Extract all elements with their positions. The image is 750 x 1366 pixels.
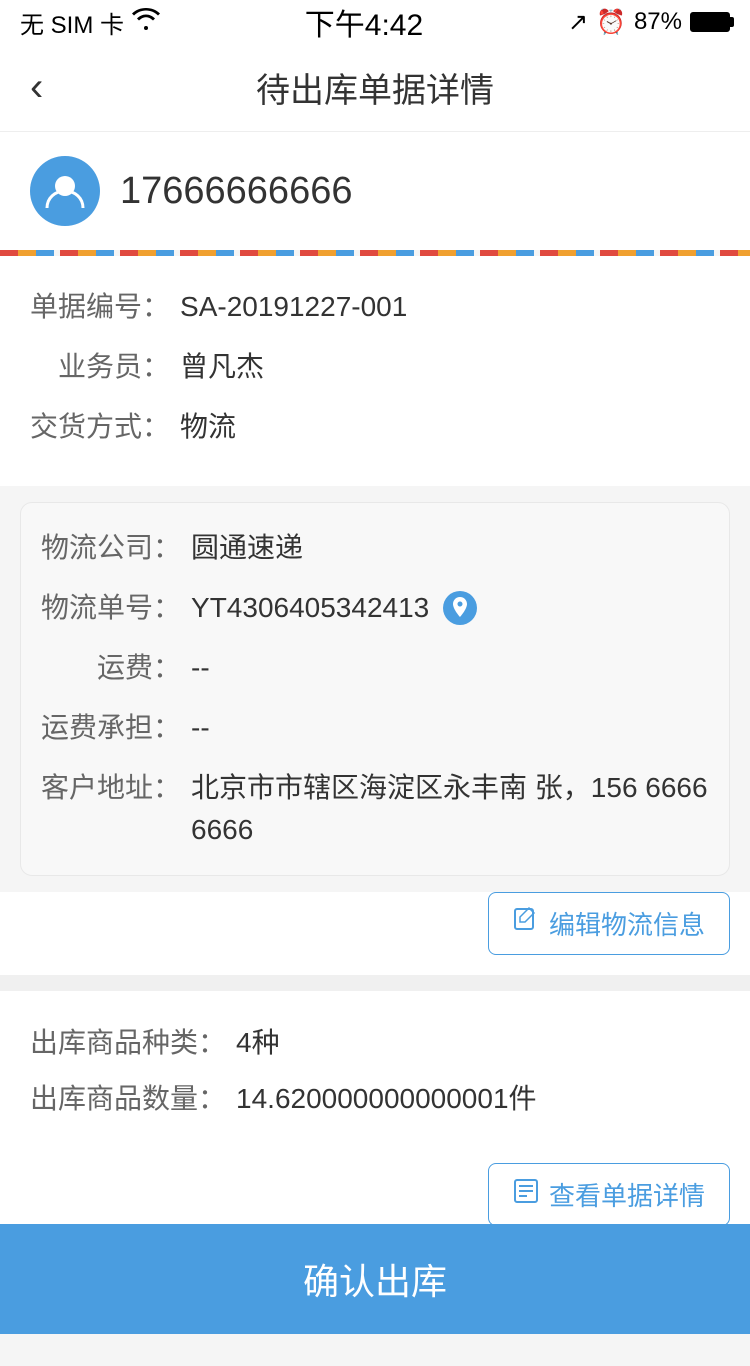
order-number-row: 单据编号： SA-20191227-001 xyxy=(30,286,720,328)
freight-value: -- xyxy=(191,647,709,689)
status-left: 无 SIM 卡 xyxy=(20,5,160,40)
edit-btn-row: 编辑物流信息 xyxy=(0,892,750,975)
sales-person-label: 业务员： xyxy=(30,346,170,388)
goods-section: 出库商品种类： 4种 出库商品数量： 14.620000000000001件 xyxy=(0,991,750,1153)
address-label: 客户地址： xyxy=(41,767,181,809)
status-time: 下午4:42 xyxy=(305,0,423,44)
tracking-label: 物流单号： xyxy=(41,587,181,629)
wifi-icon xyxy=(132,8,160,37)
logistics-company-row: 物流公司： 圆通速递 xyxy=(41,527,709,569)
freight-bearer-row: 运费承担： -- xyxy=(41,707,709,749)
content-area: 17666666666 单据编号： SA-20191227-001 业务员： 曾… xyxy=(0,132,750,1366)
status-bar: 无 SIM 卡 下午4:42 ↗ ⏰ 87% xyxy=(0,0,750,44)
freight-row: 运费： -- xyxy=(41,647,709,689)
view-detail-label: 查看单据详情 xyxy=(549,1176,705,1213)
nav-bar: ‹ 待出库单据详情 xyxy=(0,44,750,132)
edit-icon xyxy=(513,907,539,940)
user-section: 17666666666 xyxy=(0,132,750,250)
sales-person-value: 曾凡杰 xyxy=(180,346,720,388)
avatar xyxy=(30,156,100,226)
list-icon xyxy=(513,1178,539,1211)
goods-types-row: 出库商品种类： 4种 xyxy=(30,1021,720,1061)
edit-logistics-button[interactable]: 编辑物流信息 xyxy=(488,892,730,955)
page-title: 待出库单据详情 xyxy=(256,63,494,112)
freight-label: 运费： xyxy=(41,647,181,689)
order-number-label: 单据编号： xyxy=(30,286,170,328)
address-value: 北京市市辖区海淀区永丰南 张，156 6666 6666 xyxy=(191,767,709,851)
tracking-location-icon[interactable] xyxy=(443,591,477,625)
goods-quantity-value: 14.620000000000001件 xyxy=(236,1077,537,1117)
back-button[interactable]: ‹ xyxy=(30,65,43,110)
battery-label: 87% xyxy=(634,8,682,36)
sales-person-row: 业务员： 曾凡杰 xyxy=(30,346,720,388)
address-row: 客户地址： 北京市市辖区海淀区永丰南 张，156 6666 6666 xyxy=(41,767,709,851)
delivery-method-label: 交货方式： xyxy=(30,406,170,448)
goods-types-label: 出库商品种类： xyxy=(30,1021,226,1061)
carrier-label: 无 SIM 卡 xyxy=(20,5,124,40)
tracking-row: 物流单号： YT4306405342413 xyxy=(41,587,709,629)
confirm-button[interactable]: 确认出库 xyxy=(0,1224,750,1334)
goods-quantity-row: 出库商品数量： 14.620000000000001件 xyxy=(30,1077,720,1117)
logistics-section: 物流公司： 圆通速递 物流单号： YT4306405342413 运费： -- … xyxy=(20,502,730,876)
view-detail-button[interactable]: 查看单据详情 xyxy=(488,1163,730,1226)
goods-quantity-label: 出库商品数量： xyxy=(30,1077,226,1117)
user-phone: 17666666666 xyxy=(120,170,352,213)
logistics-company-value: 圆通速递 xyxy=(191,527,709,569)
delivery-method-value: 物流 xyxy=(180,406,720,448)
edit-logistics-label: 编辑物流信息 xyxy=(549,905,705,942)
goods-types-value: 4种 xyxy=(236,1021,280,1061)
location-status-icon: ↗ xyxy=(568,8,588,37)
section-divider xyxy=(0,975,750,991)
order-info-section: 单据编号： SA-20191227-001 业务员： 曾凡杰 交货方式： 物流 xyxy=(0,256,750,486)
freight-bearer-label: 运费承担： xyxy=(41,707,181,749)
alarm-icon: ⏰ xyxy=(596,8,626,37)
delivery-method-row: 交货方式： 物流 xyxy=(30,406,720,448)
order-number-value: SA-20191227-001 xyxy=(180,286,720,328)
status-right: ↗ ⏰ 87% xyxy=(568,8,730,37)
confirm-button-label: 确认出库 xyxy=(303,1253,447,1305)
logistics-company-label: 物流公司： xyxy=(41,527,181,569)
tracking-value: YT4306405342413 xyxy=(191,587,709,629)
battery-icon xyxy=(690,12,730,32)
freight-bearer-value: -- xyxy=(191,707,709,749)
